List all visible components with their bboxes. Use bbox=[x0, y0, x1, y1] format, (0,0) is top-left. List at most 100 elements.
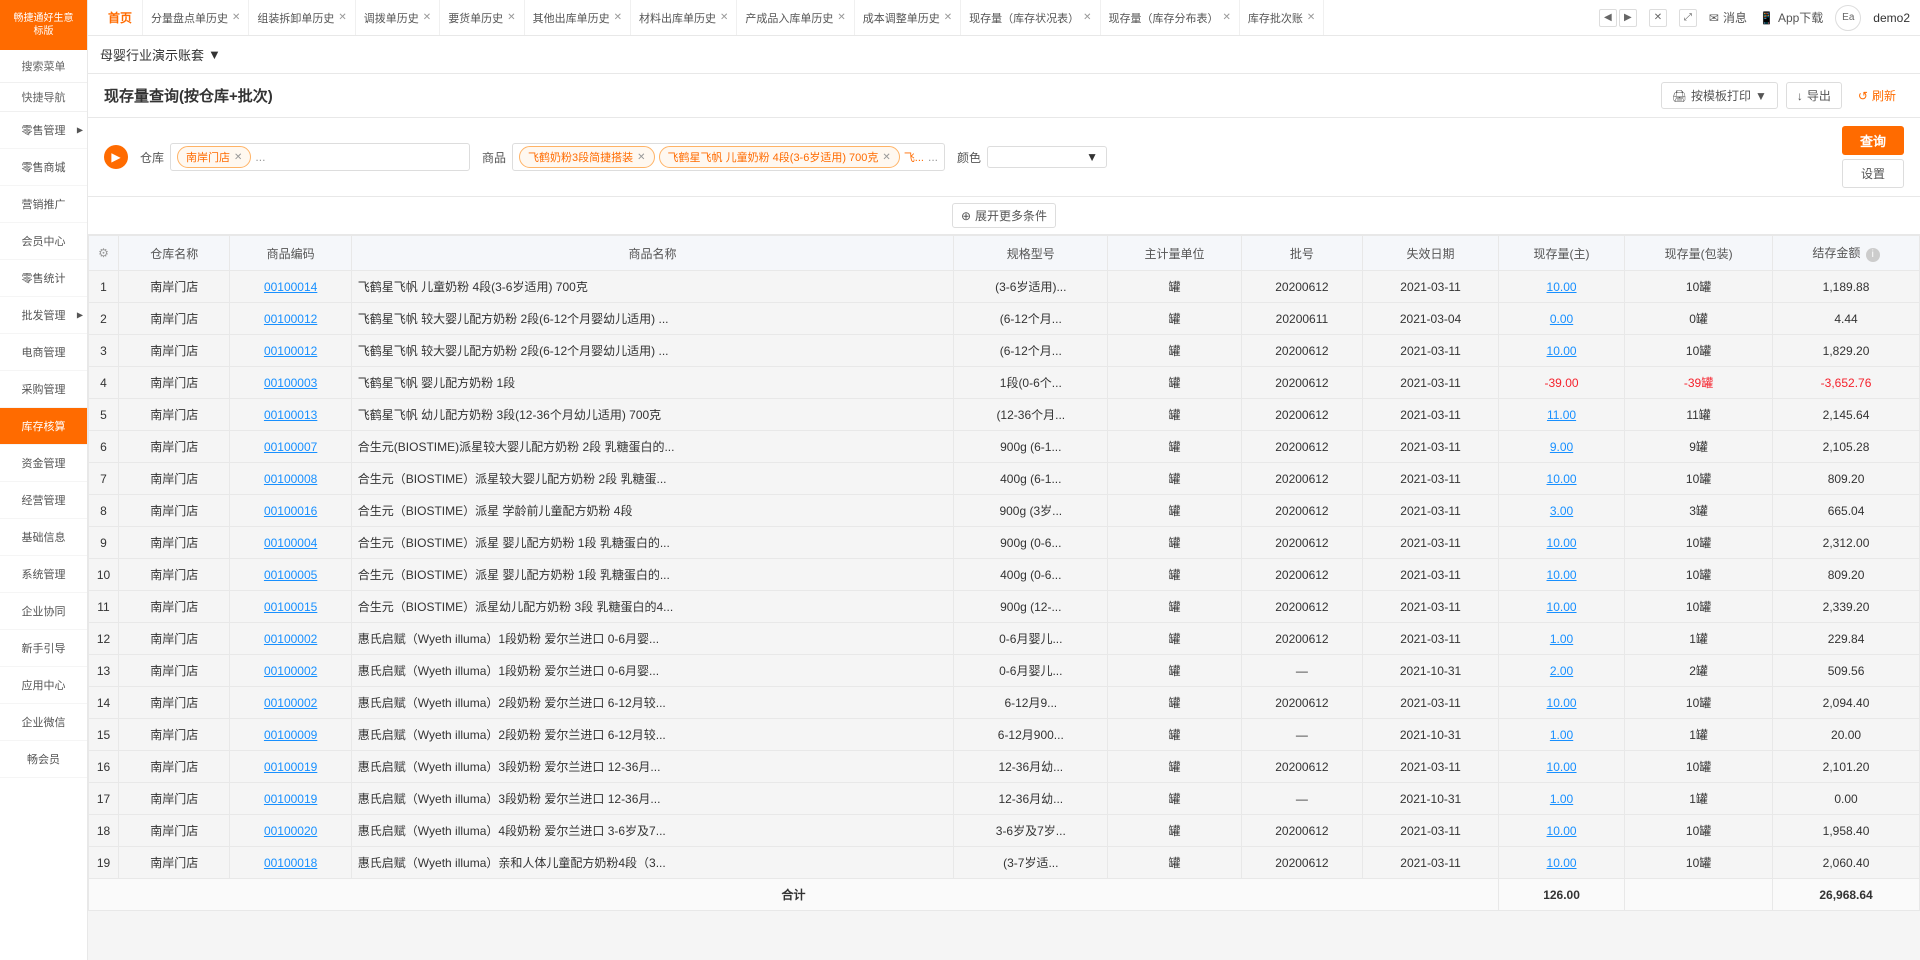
topbar-tab-6[interactable]: 产成品入库单历史✕ bbox=[737, 0, 854, 36]
cell-qty-main[interactable]: 0.00 bbox=[1499, 303, 1625, 335]
cell-code[interactable]: 00100012 bbox=[230, 335, 351, 367]
sidebar-item-system[interactable]: 系统管理 bbox=[0, 556, 87, 593]
cell-qty-main[interactable]: 1.00 bbox=[1499, 783, 1625, 815]
cell-code[interactable]: 00100002 bbox=[230, 623, 351, 655]
topbar-tab-8[interactable]: 现存量（库存状况表）✕ bbox=[961, 0, 1100, 36]
cell-qty-main[interactable]: 2.00 bbox=[1499, 655, 1625, 687]
sidebar-item-guide[interactable]: 新手引导 bbox=[0, 630, 87, 667]
cell-code[interactable]: 00100019 bbox=[230, 783, 351, 815]
sidebar-item-wholesale[interactable]: 批发管理 bbox=[0, 297, 87, 334]
cell-qty-main[interactable]: 11.00 bbox=[1499, 399, 1625, 431]
sidebar-item-app-center[interactable]: 应用中心 bbox=[0, 667, 87, 704]
cell-qty-main[interactable]: 1.00 bbox=[1499, 623, 1625, 655]
topbar-tab-7[interactable]: 成本调整单历史✕ bbox=[855, 0, 961, 36]
sidebar-item-enterprise-wechat[interactable]: 企业微信 bbox=[0, 704, 87, 741]
topbar-tab-3[interactable]: 要货单历史✕ bbox=[440, 0, 524, 36]
cell-code[interactable]: 00100015 bbox=[230, 591, 351, 623]
cell-code[interactable]: 00100005 bbox=[230, 559, 351, 591]
sidebar-item-member-center[interactable]: 会员中心 bbox=[0, 223, 87, 260]
amount-info-icon[interactable]: i bbox=[1866, 248, 1880, 262]
topbar-home[interactable]: 首页 bbox=[98, 0, 143, 36]
btn-refresh[interactable]: ↺ 刷新 bbox=[1850, 83, 1904, 108]
filter-color-dropdown[interactable]: ▼ bbox=[987, 146, 1107, 168]
btn-template-print[interactable]: 🖨 按模板打印 ▼ bbox=[1661, 82, 1778, 109]
sidebar-item-retail-stats[interactable]: 零售统计 bbox=[0, 260, 87, 297]
cell-code[interactable]: 00100007 bbox=[230, 431, 351, 463]
topbar-app-download[interactable]: 📱 App下载 bbox=[1759, 9, 1823, 26]
topbar-tab-close-4[interactable]: ✕ bbox=[614, 12, 622, 23]
filter-warehouse-tag-close[interactable]: ✕ bbox=[234, 152, 242, 163]
filter-goods-tag-2-close[interactable]: ✕ bbox=[882, 152, 890, 163]
cell-qty-main[interactable]: 1.00 bbox=[1499, 719, 1625, 751]
cell-qty-main[interactable]: 10.00 bbox=[1499, 751, 1625, 783]
cell-code[interactable]: 00100019 bbox=[230, 751, 351, 783]
cell-code[interactable]: 00100020 bbox=[230, 815, 351, 847]
cell-code[interactable]: 00100014 bbox=[230, 271, 351, 303]
cell-qty-main[interactable]: 10.00 bbox=[1499, 463, 1625, 495]
topbar-tab-0[interactable]: 分量盘点单历史✕ bbox=[143, 0, 249, 36]
topbar-tab-close-10[interactable]: ✕ bbox=[1307, 12, 1315, 23]
sidebar-item-marketing[interactable]: 营销推广 bbox=[0, 186, 87, 223]
topbar-message[interactable]: ✉ 消息 bbox=[1709, 9, 1747, 26]
cell-code[interactable]: 00100004 bbox=[230, 527, 351, 559]
cell-code[interactable]: 00100012 bbox=[230, 303, 351, 335]
topbar-tab-close-5[interactable]: ✕ bbox=[720, 12, 728, 23]
cell-qty-main[interactable]: 10.00 bbox=[1499, 591, 1625, 623]
btn-export[interactable]: ↓ 导出 bbox=[1786, 82, 1842, 109]
user-avatar[interactable]: Ea bbox=[1835, 5, 1861, 31]
cell-code[interactable]: 00100003 bbox=[230, 367, 351, 399]
cell-code[interactable]: 00100002 bbox=[230, 655, 351, 687]
cell-qty-main[interactable]: 10.00 bbox=[1499, 815, 1625, 847]
filter-warehouse-more[interactable]: ... bbox=[255, 150, 265, 164]
topbar-tab-10[interactable]: 库存批次账✕ bbox=[1240, 0, 1324, 36]
cell-qty-main[interactable]: 9.00 bbox=[1499, 431, 1625, 463]
sidebar-item-finance[interactable]: 资金管理 bbox=[0, 445, 87, 482]
cell-qty-main[interactable]: -39.00 bbox=[1499, 367, 1625, 399]
sidebar-item-purchase[interactable]: 采购管理 bbox=[0, 371, 87, 408]
sidebar-shortcut[interactable]: 快捷导航 bbox=[0, 83, 87, 112]
sidebar-item-basic-info[interactable]: 基础信息 bbox=[0, 519, 87, 556]
sidebar-item-ecommerce[interactable]: 电商管理 bbox=[0, 334, 87, 371]
cell-qty-main[interactable]: 3.00 bbox=[1499, 495, 1625, 527]
topbar-tab-9[interactable]: 现存量（库存分布表）✕ bbox=[1101, 0, 1240, 36]
cell-code[interactable]: 00100016 bbox=[230, 495, 351, 527]
topbar-tab-4[interactable]: 其他出库单历史✕ bbox=[525, 0, 631, 36]
sidebar-item-enterprise[interactable]: 企业协同 bbox=[0, 593, 87, 630]
cell-qty-main[interactable]: 10.00 bbox=[1499, 271, 1625, 303]
settings-icon[interactable]: ⚙ bbox=[98, 246, 109, 260]
topbar-tab-close-8[interactable]: ✕ bbox=[1083, 12, 1091, 23]
account-dropdown[interactable]: 母婴行业演示账套 ▼ bbox=[100, 45, 221, 64]
cell-code[interactable]: 00100013 bbox=[230, 399, 351, 431]
filter-goods-ellipsis[interactable]: ... bbox=[928, 150, 938, 164]
filter-goods-input[interactable]: 飞鹤奶粉3段简捷搭装 ✕ 飞鹤星飞帆 儿童奶粉 4段(3-6岁适用) 700克 … bbox=[512, 143, 945, 171]
topbar-tab-2[interactable]: 调拨单历史✕ bbox=[356, 0, 440, 36]
sidebar-item-member[interactable]: 畅会员 bbox=[0, 741, 87, 778]
cell-code[interactable]: 00100008 bbox=[230, 463, 351, 495]
sidebar-item-operations[interactable]: 经营管理 bbox=[0, 482, 87, 519]
btn-expand-conditions[interactable]: ⊕ 展开更多条件 bbox=[952, 203, 1056, 228]
cell-qty-main[interactable]: 10.00 bbox=[1499, 559, 1625, 591]
topbar-tab-close-6[interactable]: ✕ bbox=[837, 12, 845, 23]
topbar-tab-close-3[interactable]: ✕ bbox=[507, 12, 515, 23]
cell-qty-main[interactable]: 10.00 bbox=[1499, 335, 1625, 367]
topbar-arrow-right[interactable]: ▶ bbox=[1619, 9, 1637, 27]
sidebar-search[interactable]: 搜索菜单 bbox=[0, 50, 87, 83]
user-name[interactable]: demo2 bbox=[1873, 11, 1910, 25]
topbar-tab-close-0[interactable]: ✕ bbox=[232, 12, 240, 23]
cell-code[interactable]: 00100018 bbox=[230, 847, 351, 879]
cell-qty-main[interactable]: 10.00 bbox=[1499, 687, 1625, 719]
sidebar-item-retail-mgmt[interactable]: 零售管理 bbox=[0, 112, 87, 149]
topbar-close-tab[interactable]: ✕ bbox=[1649, 9, 1667, 27]
cell-qty-main[interactable]: 10.00 bbox=[1499, 527, 1625, 559]
btn-query[interactable]: 查询 bbox=[1842, 126, 1904, 155]
sidebar-item-retail-shop[interactable]: 零售商城 bbox=[0, 149, 87, 186]
filter-warehouse-input[interactable]: 南岸门店 ✕ ... bbox=[170, 143, 470, 171]
topbar-tab-close-2[interactable]: ✕ bbox=[423, 12, 431, 23]
topbar-tab-close-1[interactable]: ✕ bbox=[338, 12, 346, 23]
col-settings-icon[interactable]: ⚙ bbox=[89, 236, 119, 271]
filter-goods-tag-1-close[interactable]: ✕ bbox=[637, 152, 645, 163]
topbar-tab-close-7[interactable]: ✕ bbox=[944, 12, 952, 23]
topbar-expand[interactable]: ⤢ bbox=[1679, 9, 1697, 27]
sidebar-item-inventory[interactable]: 库存核算 bbox=[0, 408, 87, 445]
topbar-tab-close-9[interactable]: ✕ bbox=[1223, 12, 1231, 23]
